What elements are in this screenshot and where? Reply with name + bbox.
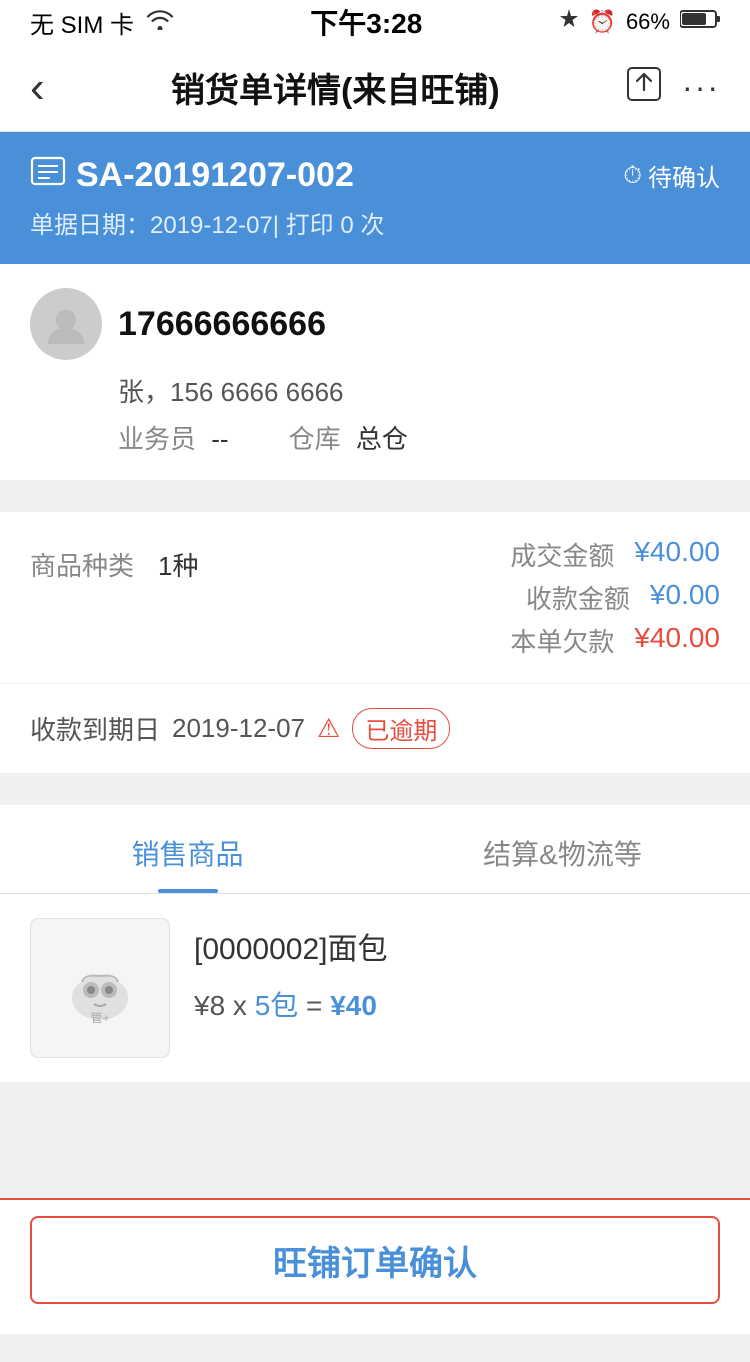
customer-phone: 17666666666 bbox=[118, 305, 326, 344]
staff-label: 业务员 bbox=[118, 424, 196, 454]
deal-label: 成交金额 bbox=[510, 536, 614, 573]
overdue-value: ¥40.00 bbox=[634, 622, 720, 659]
bottom-bar: 旺铺订单确认 bbox=[0, 1198, 750, 1334]
warehouse-value: 总仓 bbox=[356, 424, 408, 454]
order-id: SA-20191207-002 bbox=[30, 156, 354, 195]
tab-sales-products[interactable]: 销售商品 bbox=[0, 805, 375, 893]
status-left: 无 SIM 卡 bbox=[30, 5, 174, 40]
deal-value: ¥40.00 bbox=[634, 536, 720, 573]
order-header: SA-20191207-002 ⏱ 待确认 单据日期：2019-12-07| 打… bbox=[0, 132, 750, 264]
nav-right-icons: ··· bbox=[626, 66, 720, 109]
payment-label: 收款金额 bbox=[526, 579, 630, 616]
customer-row: 17666666666 bbox=[30, 288, 720, 360]
avatar bbox=[30, 288, 102, 360]
nav-bar: ‹ 销货单详情(来自旺铺) ··· bbox=[0, 44, 750, 132]
amount-section: 商品种类 1种 成交金额 ¥40.00 收款金额 ¥0.00 本单欠款 ¥40.… bbox=[0, 512, 750, 683]
goods-type: 商品种类 1种 bbox=[30, 536, 198, 583]
product-name: [0000002]面包 bbox=[194, 924, 720, 968]
tabs-header: 销售商品 结算&物流等 bbox=[0, 805, 750, 894]
product-info: [0000002]面包 ¥8 x 5包 = ¥40 bbox=[194, 918, 720, 1024]
amount-right: 成交金额 ¥40.00 收款金额 ¥0.00 本单欠款 ¥40.00 bbox=[510, 536, 720, 659]
order-date: 单据日期：2019-12-07| 打印 0 次 bbox=[30, 205, 720, 240]
status-right: ⏰ 66% bbox=[559, 8, 720, 36]
product-item: 管+ [0000002]面包 ¥8 x 5包 = ¥40 bbox=[30, 918, 720, 1058]
more-button[interactable]: ··· bbox=[682, 69, 720, 106]
wifi-icon bbox=[146, 8, 174, 37]
tab-settlement-logistics[interactable]: 结算&物流等 bbox=[375, 805, 750, 893]
divider-2 bbox=[0, 773, 750, 789]
customer-detail: 张，156 6666 6666 bbox=[30, 372, 720, 409]
battery-icon bbox=[680, 9, 720, 35]
divider-1 bbox=[0, 496, 750, 512]
due-row: 收款到期日 2019-12-07 ⚠ 已逾期 bbox=[30, 708, 720, 749]
confirm-order-button[interactable]: 旺铺订单确认 bbox=[30, 1216, 720, 1304]
tabs-section: 销售商品 结算&物流等 管+ [00000 bbox=[0, 805, 750, 1082]
overdue-badge: 已逾期 bbox=[352, 708, 450, 749]
product-price: ¥8 x 5包 = ¥40 bbox=[194, 984, 720, 1024]
location-icon bbox=[559, 8, 579, 36]
goods-type-label: 商品种类 bbox=[30, 546, 134, 583]
due-label: 收款到期日 bbox=[30, 710, 160, 747]
goods-type-value: 1种 bbox=[158, 546, 198, 583]
staff-value: -- bbox=[211, 424, 228, 454]
order-status: ⏱ 待确认 bbox=[623, 158, 720, 193]
order-icon bbox=[30, 156, 66, 195]
status-bar: 无 SIM 卡 下午3:28 ⏰ 66% bbox=[0, 0, 750, 44]
alarm-icon: ⏰ bbox=[589, 9, 616, 35]
alert-icon: ⚠ bbox=[317, 713, 340, 744]
battery-label: 66% bbox=[626, 9, 670, 35]
product-thumbnail: 管+ bbox=[30, 918, 170, 1058]
warehouse-label: 仓库 bbox=[289, 424, 341, 454]
overdue-label: 本单欠款 bbox=[510, 622, 614, 659]
page-title: 销货单详情(来自旺铺) bbox=[65, 63, 606, 112]
customer-meta: 业务员 -- 仓库 总仓 bbox=[30, 419, 720, 456]
share-button[interactable] bbox=[626, 66, 662, 109]
back-button[interactable]: ‹ bbox=[30, 63, 45, 113]
status-time: 下午3:28 bbox=[310, 2, 422, 42]
due-section: 收款到期日 2019-12-07 ⚠ 已逾期 bbox=[0, 683, 750, 773]
deal-amount-row: 成交金额 ¥40.00 bbox=[510, 536, 720, 573]
svg-text:管+: 管+ bbox=[90, 1010, 109, 1025]
carrier-label: 无 SIM 卡 bbox=[30, 5, 134, 40]
payment-amount-row: 收款金额 ¥0.00 bbox=[526, 579, 720, 616]
payment-value: ¥0.00 bbox=[650, 579, 720, 616]
due-date: 2019-12-07 bbox=[172, 713, 305, 744]
customer-section: 17666666666 张，156 6666 6666 业务员 -- 仓库 总仓 bbox=[0, 264, 750, 480]
overdue-amount-row: 本单欠款 ¥40.00 bbox=[510, 622, 720, 659]
clock-icon: ⏱ bbox=[623, 162, 642, 190]
product-section: 管+ [0000002]面包 ¥8 x 5包 = ¥40 bbox=[0, 894, 750, 1082]
